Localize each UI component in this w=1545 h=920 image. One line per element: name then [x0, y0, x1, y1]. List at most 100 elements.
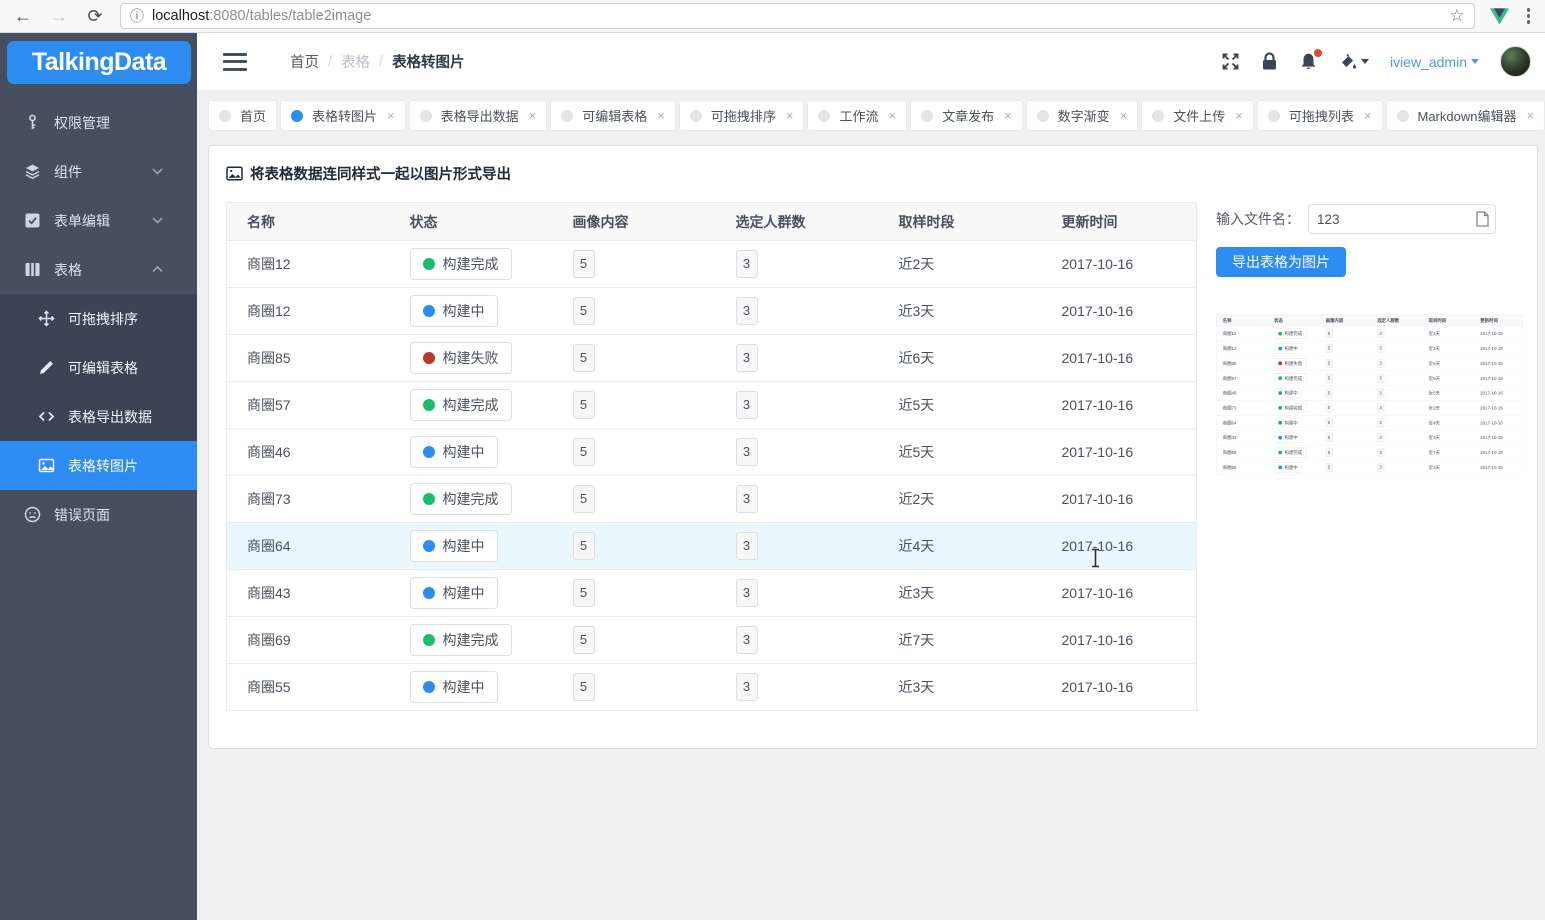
portrait-count-button[interactable]: 5	[1325, 358, 1333, 368]
page-tab[interactable]: Markdown编辑器 ×	[1385, 100, 1545, 131]
filename-input[interactable]	[1308, 204, 1496, 234]
lock-icon[interactable]	[1261, 52, 1278, 71]
portrait-count-button[interactable]: 5	[1325, 329, 1333, 339]
vue-devtools-icon[interactable]	[1489, 7, 1510, 26]
status-button[interactable]: 构建中	[1274, 343, 1302, 354]
portrait-count-button[interactable]: 5	[572, 344, 595, 372]
table-row[interactable]: 商圈73 构建完成 5 3 近2天 2017-10-16	[226, 475, 1197, 523]
portrait-count-button[interactable]: 5	[572, 579, 595, 607]
table-row[interactable]: 商圈55 构建中 5 3 近3天 2017-10-16	[226, 663, 1197, 711]
people-count-button[interactable]: 3	[1377, 448, 1385, 457]
table-row[interactable]: 商圈64 构建中 5 3 近4天 2017-10-16	[226, 522, 1197, 570]
people-count-button[interactable]: 3	[1377, 373, 1385, 383]
people-count-button[interactable]: 3	[1377, 329, 1385, 339]
page-tab[interactable]: 可拖拽排序 ×	[678, 100, 805, 131]
page-tab[interactable]: 数字渐变 ×	[1025, 100, 1139, 131]
sidebar-toggle-icon[interactable]	[223, 52, 247, 71]
people-count-button[interactable]: 3	[1377, 358, 1385, 368]
tab-close-icon[interactable]: ×	[1364, 108, 1372, 123]
page-tab[interactable]: 工作流 ×	[807, 100, 908, 131]
status-button[interactable]: 构建中	[409, 530, 498, 562]
bookmark-star-icon[interactable]: ☆	[1449, 6, 1464, 26]
people-count-button[interactable]: 3	[735, 485, 758, 513]
people-count-button[interactable]: 3	[735, 391, 758, 419]
portrait-count-button[interactable]: 5	[572, 626, 595, 654]
sidebar-item-permissions[interactable]: 权限管理	[0, 98, 197, 147]
page-info-icon[interactable]: ⓘ	[130, 6, 144, 26]
theme-icon[interactable]	[1339, 53, 1369, 70]
status-button[interactable]: 构建完成	[1274, 402, 1307, 413]
sidebar-item-tables[interactable]: 表格	[0, 245, 197, 294]
people-count-button[interactable]: 3	[735, 344, 758, 372]
browser-reload-icon[interactable]: ⟳	[84, 7, 106, 25]
status-button[interactable]: 构建中	[1274, 417, 1302, 428]
people-count-button[interactable]: 3	[1377, 433, 1385, 443]
people-count-button[interactable]: 3	[1377, 344, 1385, 353]
sidebar-item-error-pages[interactable]: 错误页面	[0, 490, 197, 539]
table-row[interactable]: 商圈85 构建失败 5 3 近6天 2017-10-16	[226, 334, 1197, 382]
portrait-count-button[interactable]: 5	[572, 532, 595, 560]
status-button[interactable]: 构建完成	[409, 389, 512, 421]
table-row[interactable]: 商圈55 构建中 5 3 近3天 2017-10-16	[1216, 459, 1523, 475]
people-count-button[interactable]: 3	[735, 297, 758, 325]
tab-close-icon[interactable]: ×	[888, 108, 896, 123]
table-row[interactable]: 商圈57 构建完成 5 3 近5天 2017-10-16	[1216, 370, 1523, 386]
portrait-count-button[interactable]: 5	[572, 391, 595, 419]
table-row[interactable]: 商圈46 构建中 5 3 近5天 2017-10-16	[226, 428, 1197, 476]
sidebar-item-editable-table[interactable]: 可编辑表格	[0, 343, 197, 392]
people-count-button[interactable]: 3	[1377, 418, 1385, 428]
status-button[interactable]: 构建失败	[409, 342, 512, 374]
browser-menu-icon[interactable]	[1524, 5, 1534, 27]
status-button[interactable]: 构建失败	[1274, 358, 1307, 369]
tab-close-icon[interactable]: ×	[1120, 108, 1128, 123]
status-button[interactable]: 构建中	[409, 577, 498, 609]
table-row[interactable]: 商圈12 构建中 5 3 近3天 2017-10-16	[1216, 341, 1523, 357]
people-count-button[interactable]: 3	[735, 626, 758, 654]
tab-close-icon[interactable]: ×	[1526, 108, 1534, 123]
portrait-count-button[interactable]: 5	[1325, 448, 1333, 457]
status-button[interactable]: 构建完成	[1274, 328, 1307, 339]
browser-back-icon[interactable]: ←	[12, 7, 34, 25]
table-row[interactable]: 商圈64 构建中 5 3 近4天 2017-10-16	[1216, 415, 1523, 431]
app-logo[interactable]: TalkingData	[7, 41, 191, 84]
export-table-button[interactable]: 导出表格为图片	[1216, 247, 1346, 277]
portrait-count-button[interactable]: 5	[572, 673, 595, 701]
portrait-count-button[interactable]: 5	[572, 250, 595, 278]
status-button[interactable]: 构建中	[409, 671, 498, 703]
page-tab[interactable]: 可拖拽列表 ×	[1256, 100, 1383, 131]
user-menu[interactable]: iview_admin	[1390, 54, 1479, 70]
portrait-count-button[interactable]: 5	[1325, 433, 1333, 443]
table-row[interactable]: 商圈85 构建失败 5 3 近6天 2017-10-16	[1216, 355, 1523, 371]
sidebar-item-drag-sort[interactable]: 可拖拽排序	[0, 294, 197, 343]
portrait-count-button[interactable]: 5	[1325, 418, 1333, 428]
people-count-button[interactable]: 3	[735, 579, 758, 607]
portrait-count-button[interactable]: 5	[1325, 388, 1333, 398]
status-button[interactable]: 构建完成	[409, 483, 512, 515]
breadcrumb-tables[interactable]: 表格	[341, 51, 370, 72]
address-bar[interactable]: ⓘ localhost:8080/tables/table2image ☆	[120, 3, 1475, 29]
table-row[interactable]: 商圈73 构建完成 5 3 近2天 2017-10-16	[1216, 400, 1523, 416]
portrait-count-button[interactable]: 5	[572, 485, 595, 513]
tab-close-icon[interactable]: ×	[657, 108, 665, 123]
table-row[interactable]: 商圈43 构建中 5 3 近3天 2017-10-16	[226, 569, 1197, 617]
people-count-button[interactable]: 3	[735, 250, 758, 278]
status-button[interactable]: 构建完成	[409, 624, 512, 656]
table-row[interactable]: 商圈69 构建完成 5 3 近7天 2017-10-16	[1216, 445, 1523, 461]
tab-close-icon[interactable]: ×	[387, 108, 395, 123]
page-tab[interactable]: 可编辑表格 ×	[550, 100, 676, 131]
status-button[interactable]: 构建完成	[409, 248, 512, 280]
status-button[interactable]: 构建中	[1274, 432, 1302, 443]
page-tab[interactable]: 表格转图片 ×	[280, 100, 406, 131]
table-row[interactable]: 商圈46 构建中 5 3 近5天 2017-10-16	[1216, 385, 1523, 401]
portrait-count-button[interactable]: 5	[1325, 373, 1333, 383]
table-row[interactable]: 商圈12 构建中 5 3 近3天 2017-10-16	[226, 287, 1197, 335]
avatar[interactable]	[1500, 46, 1531, 77]
portrait-count-button[interactable]: 5	[1325, 403, 1333, 413]
sidebar-item-table2image[interactable]: 表格转图片	[0, 441, 197, 490]
table-row[interactable]: 商圈57 构建完成 5 3 近5天 2017-10-16	[226, 381, 1197, 429]
status-button[interactable]: 构建完成	[1274, 373, 1307, 384]
people-count-button[interactable]: 3	[1377, 388, 1385, 398]
tab-close-icon[interactable]: ×	[786, 108, 794, 123]
sidebar-item-table-export[interactable]: 表格导出数据	[0, 392, 197, 441]
page-tab[interactable]: 首页	[208, 100, 278, 131]
